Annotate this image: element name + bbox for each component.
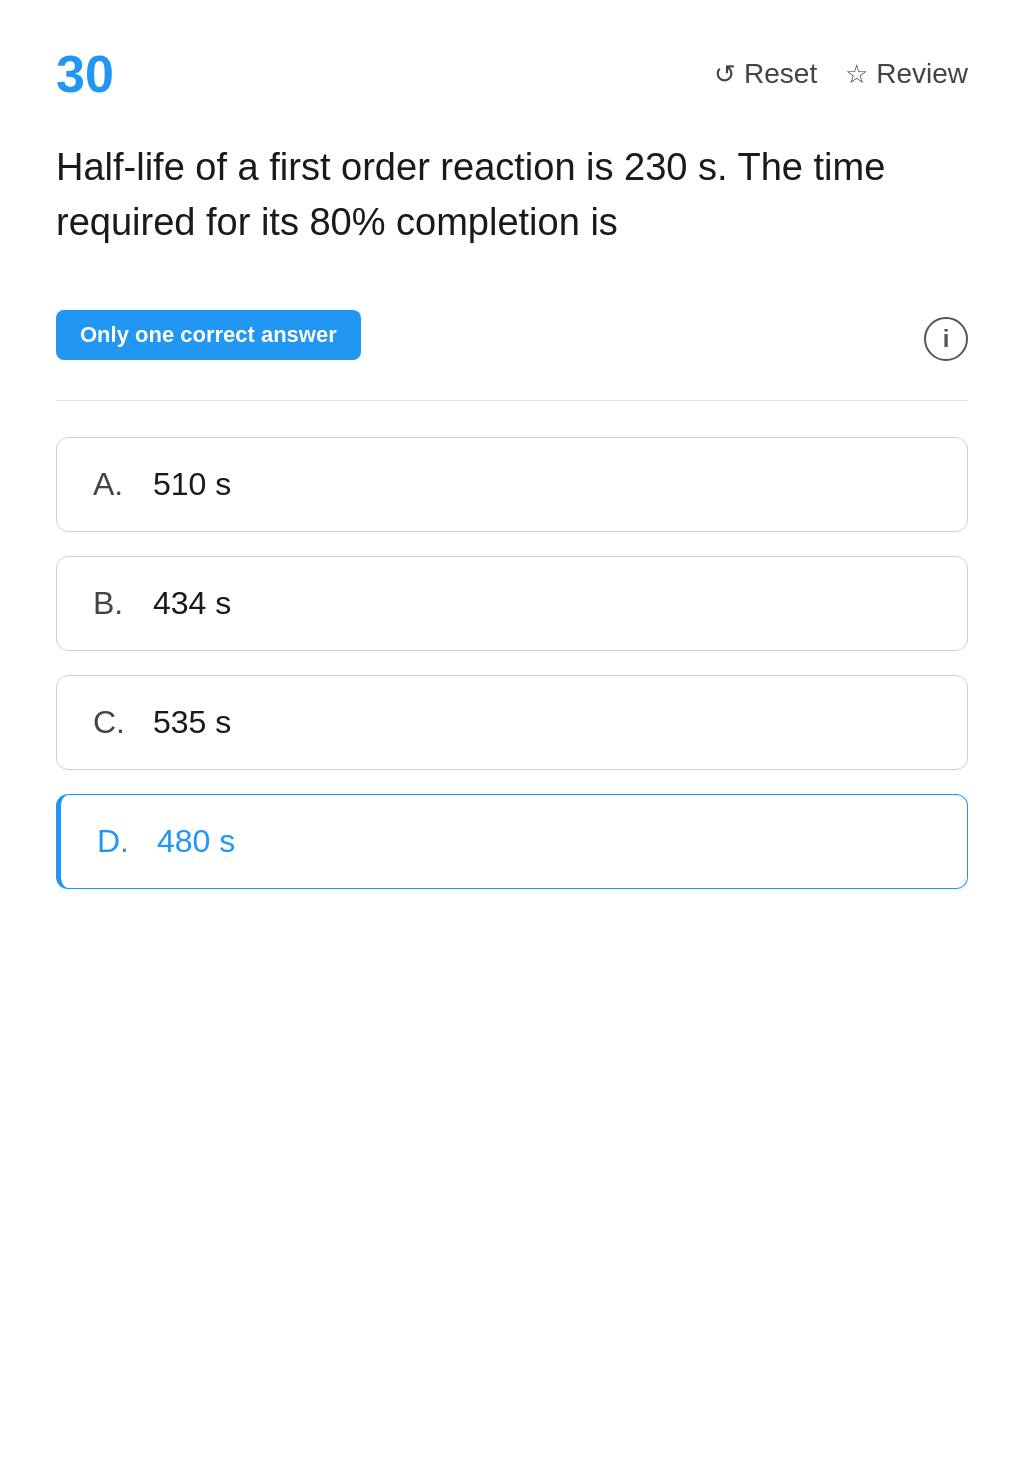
reset-button[interactable]: ↺ Reset: [714, 58, 817, 90]
option-label-c: C.: [93, 704, 129, 741]
options-list: A. 510 s B. 434 s C. 535 s D. 480 s: [56, 437, 968, 889]
star-icon: ☆: [845, 59, 868, 90]
review-label: Review: [876, 58, 968, 90]
question-number: 30: [56, 48, 114, 100]
option-item-c[interactable]: C. 535 s: [56, 675, 968, 770]
divider: [56, 400, 968, 401]
option-text-c: 535 s: [153, 704, 231, 741]
question-card: 30 ↺ Reset ☆ Review Half-life of a first…: [0, 0, 1024, 1480]
header: 30 ↺ Reset ☆ Review: [56, 48, 968, 100]
option-text-b: 434 s: [153, 585, 231, 622]
option-label-d: D.: [97, 823, 133, 860]
header-actions: ↺ Reset ☆ Review: [714, 58, 968, 90]
review-button[interactable]: ☆ Review: [845, 58, 968, 90]
option-item-d[interactable]: D. 480 s: [56, 794, 968, 889]
option-item-b[interactable]: B. 434 s: [56, 556, 968, 651]
info-button[interactable]: i: [924, 317, 968, 361]
option-item-a[interactable]: A. 510 s: [56, 437, 968, 532]
badge-row: Only one correct answer i: [56, 310, 968, 368]
option-text-a: 510 s: [153, 466, 231, 503]
question-text: Half-life of a first order reaction is 2…: [56, 140, 968, 250]
option-text-d: 480 s: [157, 823, 235, 860]
answer-type-badge: Only one correct answer: [56, 310, 361, 360]
reset-label: Reset: [744, 58, 817, 90]
reset-icon: ↺: [714, 59, 736, 90]
option-label-b: B.: [93, 585, 129, 622]
page-container: 30 ↺ Reset ☆ Review Half-life of a first…: [0, 0, 1024, 1480]
option-label-a: A.: [93, 466, 129, 503]
